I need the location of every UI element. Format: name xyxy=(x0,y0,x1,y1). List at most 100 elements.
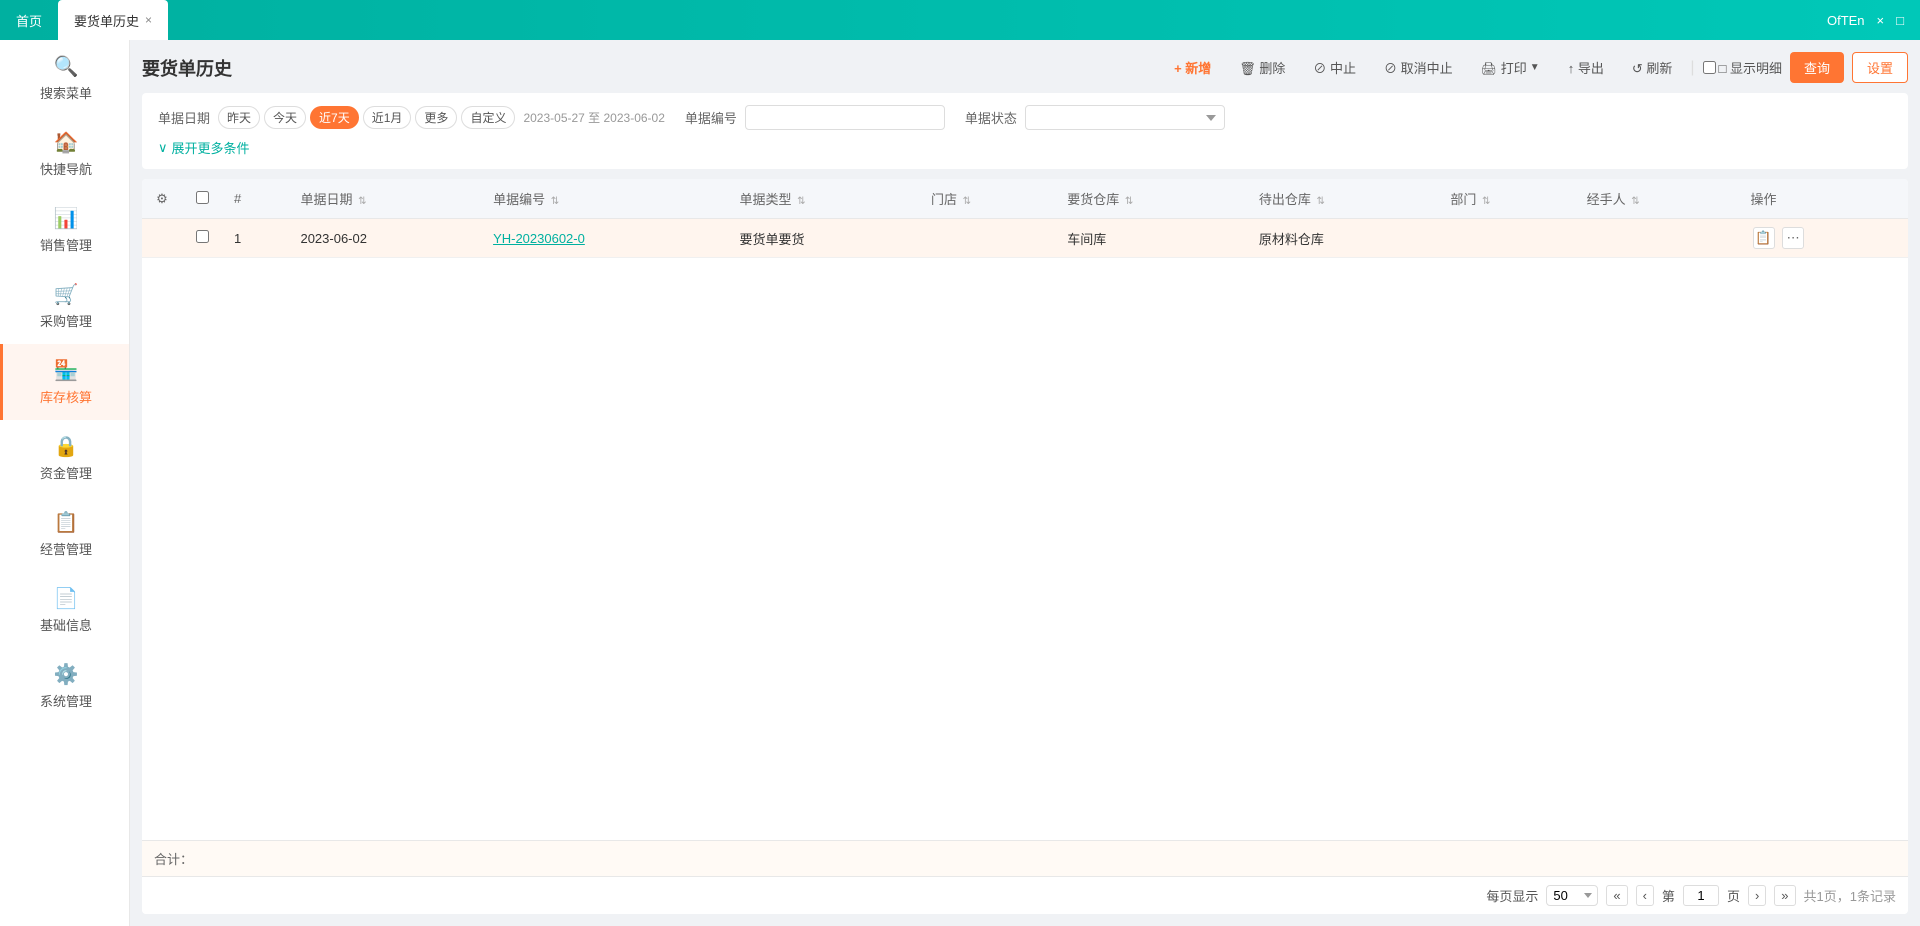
sidebar-item-inventory-calc[interactable]: 🏪 库存核算 xyxy=(0,344,129,420)
export-button[interactable]: ↑ 导出 xyxy=(1558,53,1614,82)
date-btn-today[interactable]: 今天 xyxy=(264,106,306,129)
display-detail-label: □ 显示明细 xyxy=(1719,58,1782,77)
page-header: 要货单历史 + 新增 🗑 删除 ⊘ 中止 ⊘ 取消中止 🖨 打印 ▼ ↑ 导出 … xyxy=(142,52,1908,83)
th-handler[interactable]: 经手人 ⇅ xyxy=(1575,179,1739,219)
first-page-button[interactable]: « xyxy=(1606,885,1627,906)
sort-store-icon: ⇅ xyxy=(963,196,971,207)
page-unit-label: 页 xyxy=(1727,886,1740,905)
last-page-button[interactable]: » xyxy=(1774,885,1795,906)
th-doc-no[interactable]: 单据编号 ⇅ xyxy=(481,179,727,219)
new-button[interactable]: + 新增 xyxy=(1164,53,1221,82)
sort-department-icon: ⇅ xyxy=(1482,196,1490,207)
next-page-button[interactable]: › xyxy=(1748,885,1766,906)
td-checkbox xyxy=(182,219,222,258)
purchase-mgmt-icon: 🛒 xyxy=(54,282,79,307)
display-detail-toggle[interactable]: □ 显示明细 xyxy=(1703,58,1782,77)
toolbar: + 新增 🗑 删除 ⊘ 中止 ⊘ 取消中止 🖨 打印 ▼ ↑ 导出 ↺ 刷新 |… xyxy=(1164,52,1908,83)
date-range-text: 2023-05-27 至 2023-06-02 xyxy=(523,109,664,126)
th-operation: 操作 xyxy=(1739,179,1909,219)
table-card: ⚙ # 单据日期 ⇅ 单据编号 ⇅ 单据类型 ⇅ 门店 ⇅ 要货仓库 ⇅ 待出仓… xyxy=(142,179,1908,914)
td-req-warehouse: 车间库 xyxy=(1055,219,1247,258)
top-tabs: 首页 要货单历史 × xyxy=(0,0,1827,40)
th-store[interactable]: 门店 ⇅ xyxy=(919,179,1055,219)
td-operation: 📋 ⋯ xyxy=(1739,219,1909,258)
sidebar-item-ops-mgmt[interactable]: 📋 经营管理 xyxy=(0,496,129,572)
td-doc-no[interactable]: YH-20230602-0 xyxy=(481,219,727,258)
date-filter-label: 单据日期 xyxy=(158,108,210,127)
expand-more-label: 展开更多条件 xyxy=(172,138,250,157)
docno-label: 单据编号 xyxy=(685,108,737,127)
view-op-button[interactable]: 📋 xyxy=(1753,227,1775,249)
docno-filter-group: 单据编号 xyxy=(685,105,945,130)
more-op-button[interactable]: ⋯ xyxy=(1782,227,1804,249)
th-pending-warehouse[interactable]: 待出仓库 ⇅ xyxy=(1247,179,1439,219)
td-doc-date: 2023-06-02 xyxy=(288,219,481,258)
page-size-select[interactable]: 50 10 20 100 xyxy=(1546,885,1598,906)
finance-mgmt-icon: 🔒 xyxy=(54,434,79,459)
td-index: 1 xyxy=(222,219,288,258)
sidebar-label-inventory-calc: 库存核算 xyxy=(40,387,92,406)
tab-home[interactable]: 首页 xyxy=(0,0,58,40)
tab-requisition-label: 要货单历史 xyxy=(74,11,139,30)
settings-button[interactable]: 设置 xyxy=(1852,52,1908,83)
page-number-input[interactable] xyxy=(1683,885,1719,906)
basic-info-icon: 📄 xyxy=(54,586,79,611)
page-total-info: 共1页，1条记录 xyxy=(1804,886,1896,905)
th-req-warehouse[interactable]: 要货仓库 ⇅ xyxy=(1055,179,1247,219)
top-bar: 首页 要货单历史 × OfTEn × □ xyxy=(0,0,1920,40)
date-filter-group: 单据日期 昨天 今天 近7天 近1月 更多 自定义 2023-05-27 至 2… xyxy=(158,106,665,129)
expand-more-btn[interactable]: ∨ 展开更多条件 xyxy=(158,138,1892,157)
docno-input[interactable] xyxy=(745,105,945,130)
print-button[interactable]: 🖨 打印 ▼ xyxy=(1471,53,1550,82)
tab-requisition-history[interactable]: 要货单历史 × xyxy=(58,0,168,40)
sidebar-label-search-menu: 搜索菜单 xyxy=(40,83,92,102)
print-dropdown-icon[interactable]: ▼ xyxy=(1530,62,1540,73)
often-label[interactable]: OfTEn xyxy=(1827,13,1865,28)
sidebar-item-sales-mgmt[interactable]: 📊 销售管理 xyxy=(0,192,129,268)
sidebar-label-basic-info: 基础信息 xyxy=(40,615,92,634)
prev-page-button[interactable]: ‹ xyxy=(1636,885,1654,906)
main-layout: 🔍 搜索菜单 🏠 快捷导航 📊 销售管理 🛒 采购管理 🏪 库存核算 🔒 资金管… xyxy=(0,40,1920,926)
sidebar-label-quick-nav: 快捷导航 xyxy=(40,159,92,178)
sidebar-item-finance-mgmt[interactable]: 🔒 资金管理 xyxy=(0,420,129,496)
delete-button[interactable]: 🗑 删除 xyxy=(1229,53,1295,82)
sidebar-item-basic-info[interactable]: 📄 基础信息 xyxy=(0,572,129,648)
table-header-row: ⚙ # 单据日期 ⇅ 单据编号 ⇅ 单据类型 ⇅ 门店 ⇅ 要货仓库 ⇅ 待出仓… xyxy=(142,179,1908,219)
status-label: 单据状态 xyxy=(965,108,1017,127)
sort-pending-warehouse-icon: ⇅ xyxy=(1316,196,1324,207)
th-doc-date[interactable]: 单据日期 ⇅ xyxy=(288,179,481,219)
select-all-checkbox[interactable] xyxy=(196,191,209,204)
stop-button[interactable]: ⊘ 中止 xyxy=(1303,53,1366,82)
th-settings[interactable]: ⚙ xyxy=(142,179,182,219)
date-btn-more[interactable]: 更多 xyxy=(415,106,457,129)
ops-mgmt-icon: 📋 xyxy=(54,510,79,535)
date-btn-7days[interactable]: 近7天 xyxy=(310,106,359,129)
row-checkbox[interactable] xyxy=(196,230,209,243)
date-btn-1month[interactable]: 近1月 xyxy=(363,106,412,129)
window-close-icon[interactable]: × xyxy=(1877,13,1885,28)
window-max-icon[interactable]: □ xyxy=(1896,13,1904,28)
close-tab-icon[interactable]: × xyxy=(145,13,152,27)
filter-bar: 单据日期 昨天 今天 近7天 近1月 更多 自定义 2023-05-27 至 2… xyxy=(142,93,1908,169)
pagination-bar: 每页显示 50 10 20 100 « ‹ 第 页 › » 共1页，1条记录 xyxy=(142,876,1908,914)
sidebar: 🔍 搜索菜单 🏠 快捷导航 📊 销售管理 🛒 采购管理 🏪 库存核算 🔒 资金管… xyxy=(0,40,130,926)
th-index: # xyxy=(222,179,288,219)
th-department[interactable]: 部门 ⇅ xyxy=(1438,179,1574,219)
th-doc-type[interactable]: 单据类型 ⇅ xyxy=(727,179,919,219)
td-doc-type: 要货单要货 xyxy=(727,219,919,258)
status-select[interactable] xyxy=(1025,105,1225,130)
quick-nav-icon: 🏠 xyxy=(54,130,79,155)
refresh-button[interactable]: ↺ 刷新 xyxy=(1622,53,1683,82)
date-btn-yesterday[interactable]: 昨天 xyxy=(218,106,260,129)
sidebar-item-system-mgmt[interactable]: ⚙️ 系统管理 xyxy=(0,648,129,724)
sidebar-item-quick-nav[interactable]: 🏠 快捷导航 xyxy=(0,116,129,192)
query-button[interactable]: 查询 xyxy=(1790,52,1844,83)
filter-row: 单据日期 昨天 今天 近7天 近1月 更多 自定义 2023-05-27 至 2… xyxy=(158,105,1892,130)
table-wrapper[interactable]: ⚙ # 单据日期 ⇅ 单据编号 ⇅ 单据类型 ⇅ 门店 ⇅ 要货仓库 ⇅ 待出仓… xyxy=(142,179,1908,840)
cancel-stop-button[interactable]: ⊘ 取消中止 xyxy=(1374,53,1463,82)
date-btn-custom[interactable]: 自定义 xyxy=(461,106,515,129)
sidebar-item-search-menu[interactable]: 🔍 搜索菜单 xyxy=(0,40,129,116)
sort-handler-icon: ⇅ xyxy=(1631,196,1639,207)
sidebar-item-purchase-mgmt[interactable]: 🛒 采购管理 xyxy=(0,268,129,344)
display-detail-checkbox[interactable] xyxy=(1703,61,1716,74)
